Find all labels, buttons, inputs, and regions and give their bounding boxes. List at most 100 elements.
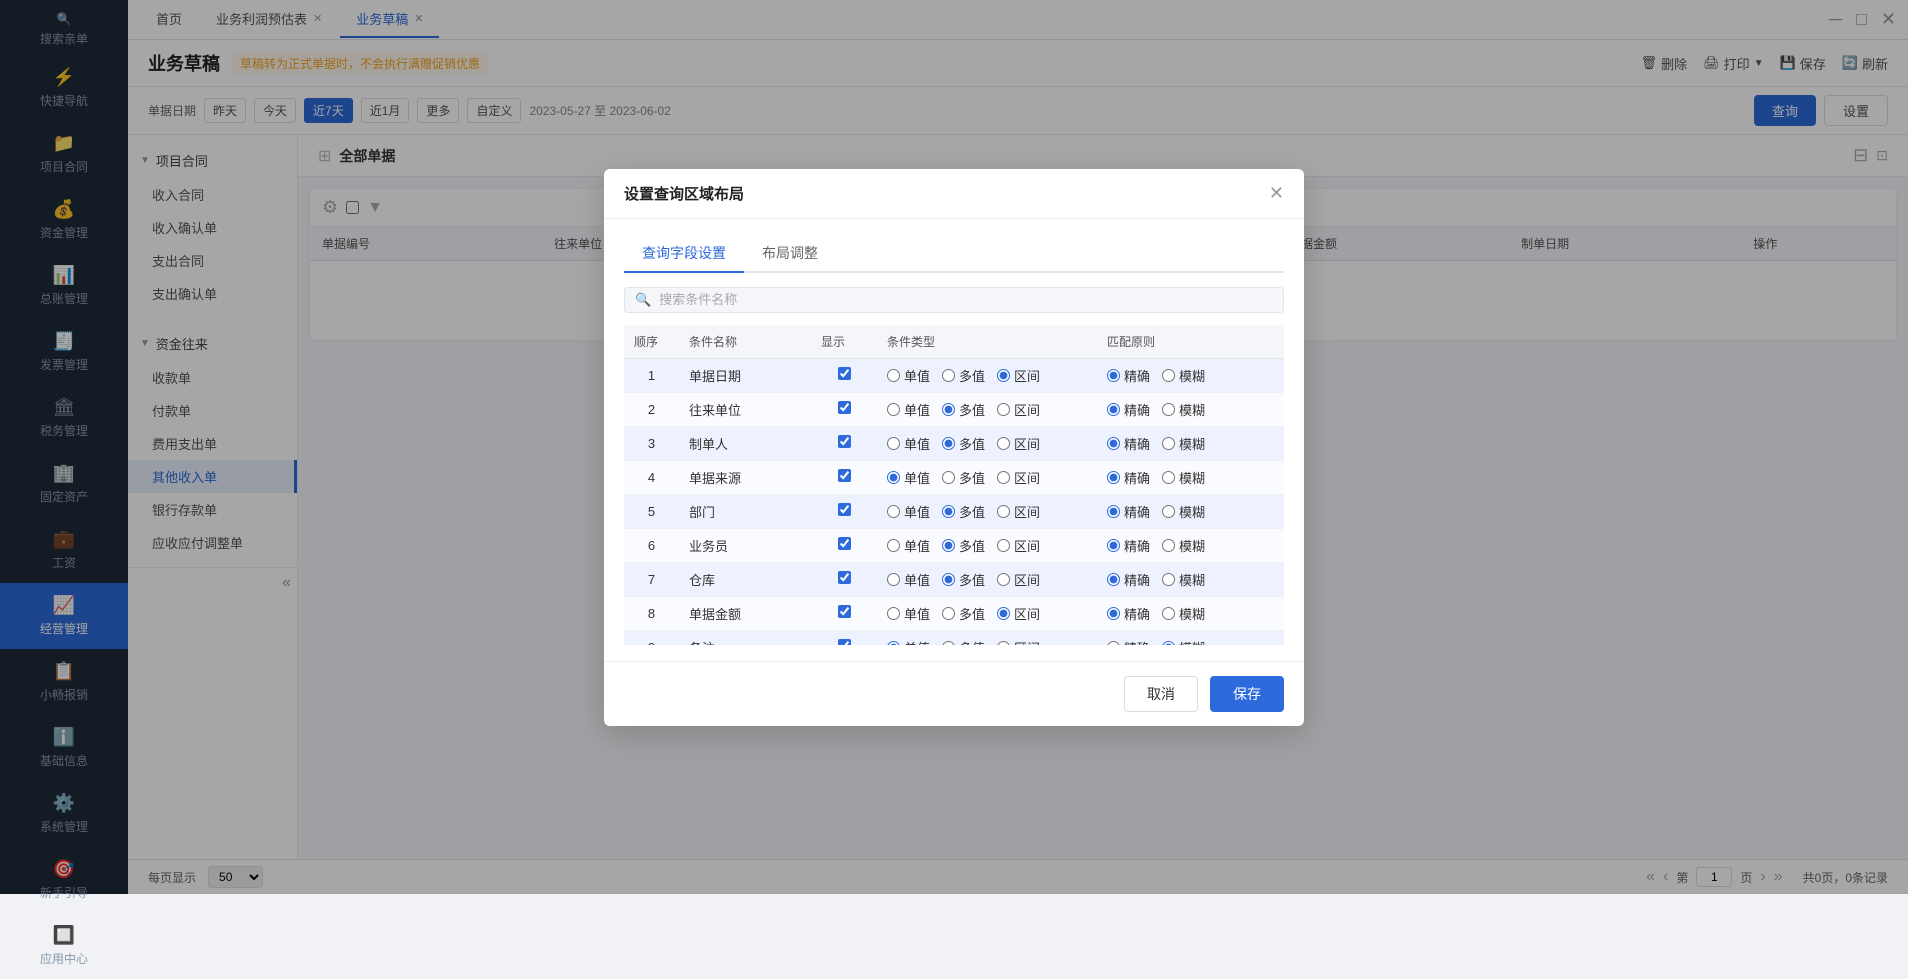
radio-input-match-精确[interactable] bbox=[1107, 539, 1120, 552]
show-checkbox[interactable] bbox=[838, 401, 851, 414]
radio-input-match-精确[interactable] bbox=[1107, 471, 1120, 484]
show-checkbox[interactable] bbox=[838, 605, 851, 618]
radio-type-多值[interactable]: 多值 bbox=[942, 570, 985, 589]
radio-input-type-区间[interactable] bbox=[997, 471, 1010, 484]
modal-search-input[interactable] bbox=[659, 292, 859, 307]
radio-match-模糊[interactable]: 模糊 bbox=[1162, 570, 1205, 589]
radio-type-多值[interactable]: 多值 bbox=[942, 434, 985, 453]
radio-match-模糊[interactable]: 模糊 bbox=[1162, 638, 1205, 645]
radio-type-多值[interactable]: 多值 bbox=[942, 366, 985, 385]
radio-input-type-区间[interactable] bbox=[997, 437, 1010, 450]
modal-save-button[interactable]: 保存 bbox=[1210, 676, 1284, 712]
radio-type-单值[interactable]: 单值 bbox=[887, 570, 930, 589]
radio-type-多值[interactable]: 多值 bbox=[942, 502, 985, 521]
radio-match-精确[interactable]: 精确 bbox=[1107, 366, 1150, 385]
radio-type-单值[interactable]: 单值 bbox=[887, 434, 930, 453]
radio-input-match-模糊[interactable] bbox=[1162, 573, 1175, 586]
radio-type-多值[interactable]: 多值 bbox=[942, 468, 985, 487]
radio-type-单值[interactable]: 单值 bbox=[887, 366, 930, 385]
radio-input-match-精确[interactable] bbox=[1107, 369, 1120, 382]
radio-type-多值[interactable]: 多值 bbox=[942, 638, 985, 645]
radio-type-区间[interactable]: 区间 bbox=[997, 536, 1040, 555]
sidebar-item-apps[interactable]: 🔲 应用中心 bbox=[0, 913, 128, 979]
radio-input-match-模糊[interactable] bbox=[1162, 369, 1175, 382]
modal-tab-fields[interactable]: 查询字段设置 bbox=[624, 235, 744, 273]
radio-input-match-精确[interactable] bbox=[1107, 437, 1120, 450]
cell-show[interactable] bbox=[811, 426, 877, 460]
radio-match-精确[interactable]: 精确 bbox=[1107, 502, 1150, 521]
radio-match-模糊[interactable]: 模糊 bbox=[1162, 502, 1205, 521]
radio-type-单值[interactable]: 单值 bbox=[887, 536, 930, 555]
show-checkbox[interactable] bbox=[838, 435, 851, 448]
radio-match-模糊[interactable]: 模糊 bbox=[1162, 434, 1205, 453]
cell-show[interactable] bbox=[811, 596, 877, 630]
radio-input-type-区间[interactable] bbox=[997, 641, 1010, 645]
cell-show[interactable] bbox=[811, 494, 877, 528]
radio-input-type-区间[interactable] bbox=[997, 573, 1010, 586]
radio-input-type-多值[interactable] bbox=[942, 573, 955, 586]
radio-input-type-多值[interactable] bbox=[942, 641, 955, 645]
radio-input-type-区间[interactable] bbox=[997, 403, 1010, 416]
radio-input-type-单值[interactable] bbox=[887, 641, 900, 645]
radio-input-type-区间[interactable] bbox=[997, 369, 1010, 382]
radio-type-区间[interactable]: 区间 bbox=[997, 400, 1040, 419]
radio-type-区间[interactable]: 区间 bbox=[997, 570, 1040, 589]
radio-input-match-精确[interactable] bbox=[1107, 505, 1120, 518]
cell-show[interactable] bbox=[811, 392, 877, 426]
modal-close-button[interactable]: ✕ bbox=[1269, 183, 1284, 204]
cancel-button[interactable]: 取消 bbox=[1124, 676, 1198, 712]
radio-input-type-多值[interactable] bbox=[942, 403, 955, 416]
radio-type-区间[interactable]: 区间 bbox=[997, 604, 1040, 623]
radio-input-match-模糊[interactable] bbox=[1162, 505, 1175, 518]
radio-input-type-区间[interactable] bbox=[997, 505, 1010, 518]
radio-input-match-精确[interactable] bbox=[1107, 573, 1120, 586]
radio-type-单值[interactable]: 单值 bbox=[887, 502, 930, 521]
cell-show[interactable] bbox=[811, 528, 877, 562]
radio-type-区间[interactable]: 区间 bbox=[997, 434, 1040, 453]
radio-input-type-多值[interactable] bbox=[942, 539, 955, 552]
radio-input-match-模糊[interactable] bbox=[1162, 471, 1175, 484]
radio-input-type-多值[interactable] bbox=[942, 505, 955, 518]
radio-input-type-多值[interactable] bbox=[942, 471, 955, 484]
radio-input-type-区间[interactable] bbox=[997, 539, 1010, 552]
radio-input-type-单值[interactable] bbox=[887, 607, 900, 620]
radio-input-type-单值[interactable] bbox=[887, 437, 900, 450]
radio-match-模糊[interactable]: 模糊 bbox=[1162, 366, 1205, 385]
radio-match-精确[interactable]: 精确 bbox=[1107, 468, 1150, 487]
show-checkbox[interactable] bbox=[838, 537, 851, 550]
radio-type-多值[interactable]: 多值 bbox=[942, 400, 985, 419]
radio-input-match-精确[interactable] bbox=[1107, 607, 1120, 620]
radio-input-type-单值[interactable] bbox=[887, 369, 900, 382]
radio-input-type-多值[interactable] bbox=[942, 607, 955, 620]
radio-match-模糊[interactable]: 模糊 bbox=[1162, 400, 1205, 419]
radio-type-多值[interactable]: 多值 bbox=[942, 536, 985, 555]
radio-type-区间[interactable]: 区间 bbox=[997, 638, 1040, 645]
radio-type-多值[interactable]: 多值 bbox=[942, 604, 985, 623]
radio-input-match-精确[interactable] bbox=[1107, 403, 1120, 416]
radio-input-type-单值[interactable] bbox=[887, 505, 900, 518]
cell-show[interactable] bbox=[811, 460, 877, 494]
show-checkbox[interactable] bbox=[838, 469, 851, 482]
radio-match-精确[interactable]: 精确 bbox=[1107, 434, 1150, 453]
radio-type-区间[interactable]: 区间 bbox=[997, 366, 1040, 385]
radio-type-区间[interactable]: 区间 bbox=[997, 468, 1040, 487]
radio-match-精确[interactable]: 精确 bbox=[1107, 604, 1150, 623]
radio-input-type-单值[interactable] bbox=[887, 471, 900, 484]
cell-show[interactable] bbox=[811, 630, 877, 645]
radio-input-type-区间[interactable] bbox=[997, 607, 1010, 620]
radio-match-模糊[interactable]: 模糊 bbox=[1162, 468, 1205, 487]
radio-input-match-模糊[interactable] bbox=[1162, 539, 1175, 552]
show-checkbox[interactable] bbox=[838, 503, 851, 516]
radio-match-精确[interactable]: 精确 bbox=[1107, 400, 1150, 419]
radio-input-match-模糊[interactable] bbox=[1162, 403, 1175, 416]
radio-input-type-单值[interactable] bbox=[887, 539, 900, 552]
radio-input-type-多值[interactable] bbox=[942, 437, 955, 450]
cell-show[interactable] bbox=[811, 562, 877, 596]
radio-input-type-多值[interactable] bbox=[942, 369, 955, 382]
radio-match-模糊[interactable]: 模糊 bbox=[1162, 536, 1205, 555]
radio-input-match-精确[interactable] bbox=[1107, 641, 1120, 645]
radio-type-单值[interactable]: 单值 bbox=[887, 604, 930, 623]
show-checkbox[interactable] bbox=[838, 571, 851, 584]
radio-match-精确[interactable]: 精确 bbox=[1107, 536, 1150, 555]
cell-show[interactable] bbox=[811, 358, 877, 392]
